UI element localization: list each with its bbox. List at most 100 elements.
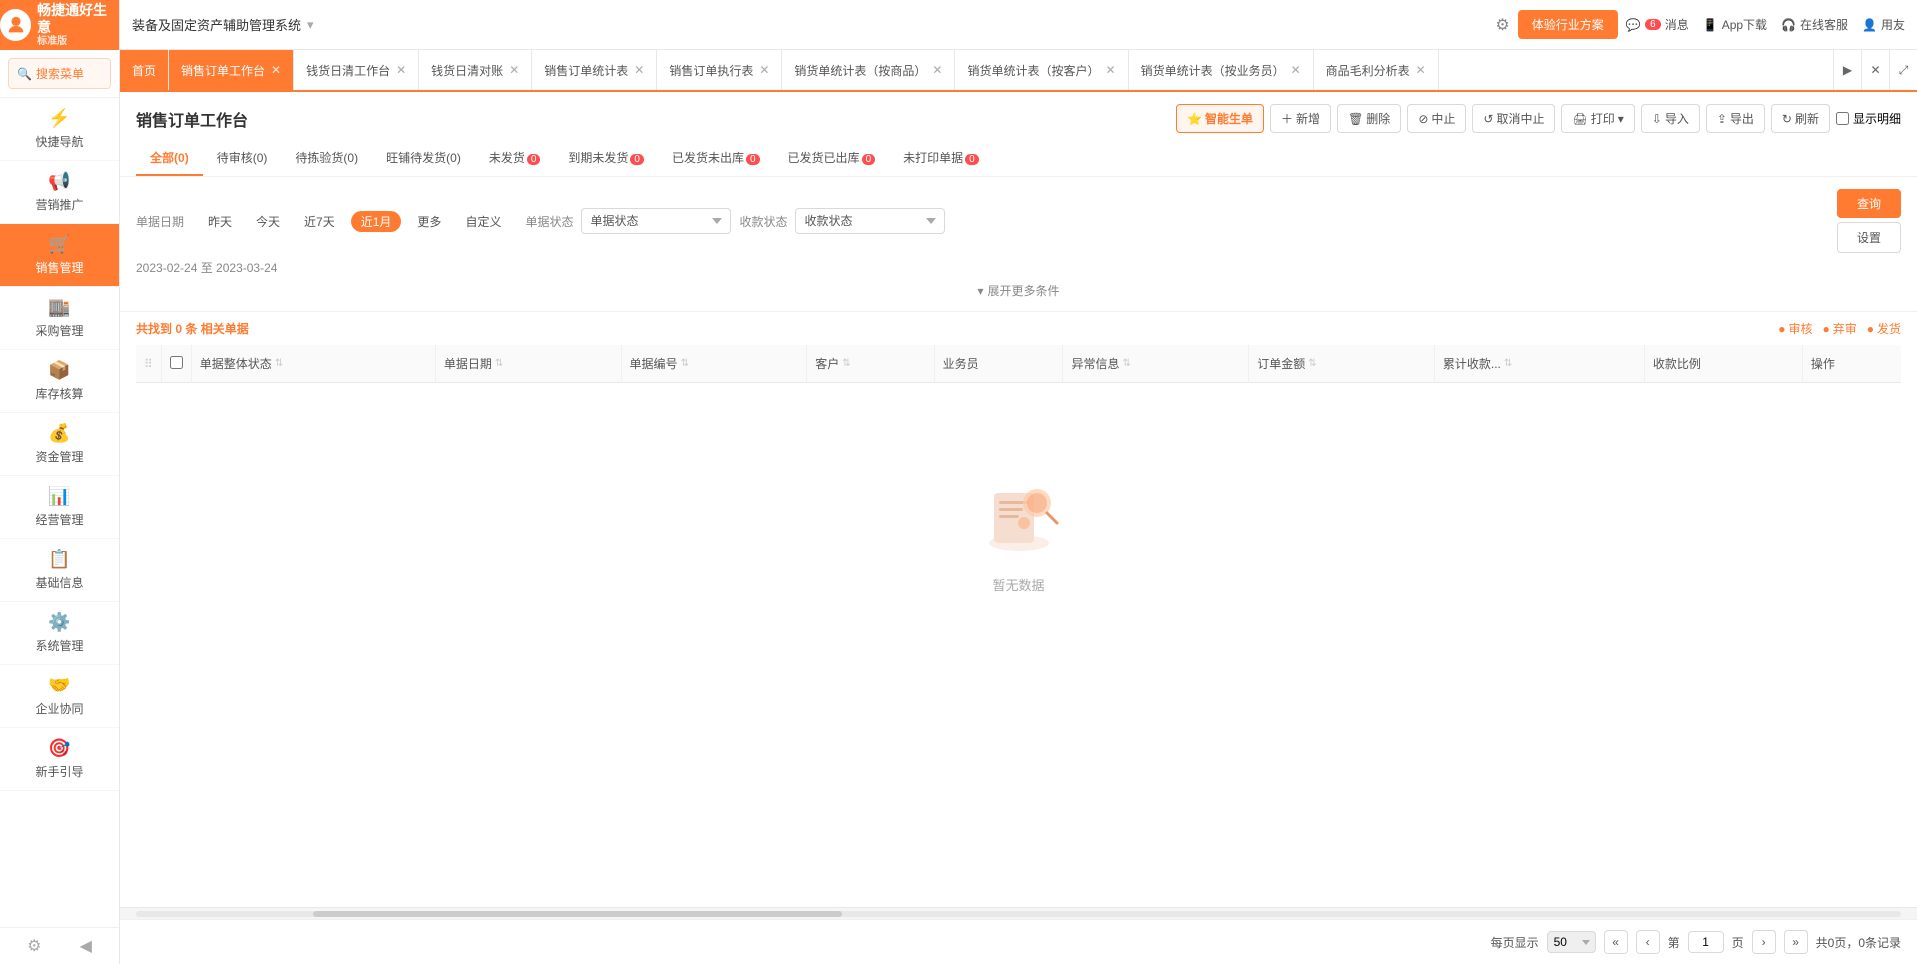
sidebar-item-purchase[interactable]: 🏬 采购管理 — [0, 287, 119, 350]
first-page-button[interactable]: « — [1604, 930, 1628, 954]
th-date[interactable]: 单据日期 ⇅ — [435, 345, 621, 383]
page-input[interactable] — [1688, 931, 1724, 953]
scrollbar-track[interactable] — [136, 911, 1901, 917]
date-1month-btn[interactable]: 近1月 — [351, 211, 402, 232]
payment-select[interactable]: 收款状态 — [795, 208, 945, 234]
sidebar-item-inventory[interactable]: 📦 库存核算 — [0, 350, 119, 413]
settings-gear-icon[interactable]: ⚙ — [27, 936, 41, 956]
tab-close-sales-stats-staff[interactable]: ✕ — [1291, 63, 1301, 77]
per-page-select[interactable]: 50 20 100 — [1547, 931, 1596, 953]
date-custom-btn[interactable]: 自定义 — [457, 210, 509, 233]
sidebar-item-cooperation[interactable]: 🤝 企业协同 — [0, 665, 119, 728]
delete-button[interactable]: 🗑 删除 — [1337, 104, 1401, 133]
date-7days-btn[interactable]: 近7天 — [296, 210, 343, 233]
sidebar-item-system[interactable]: ⚙️ 系统管理 — [0, 602, 119, 665]
audit-action-link[interactable]: ● 审核 — [1778, 320, 1812, 337]
tab-close-sales-order-stats[interactable]: ✕ — [634, 63, 644, 77]
tab-cash-daily[interactable]: 钱货日清工作台 ✕ — [294, 50, 419, 90]
status-select[interactable]: 单据状态 — [581, 208, 731, 234]
select-all-checkbox[interactable] — [170, 356, 183, 369]
date-today-btn[interactable]: 今天 — [248, 210, 288, 233]
date-more-btn[interactable]: 更多 — [409, 210, 449, 233]
tab-expand-button[interactable]: ⤢ — [1889, 50, 1917, 90]
th-number[interactable]: 单据编号 ⇅ — [621, 345, 807, 383]
sidebar-logo: 畅捷通好生意 标准版 — [0, 0, 119, 50]
page-header: 销售订单工作台 ⭐ 智能生单 ＋ 新增 🗑 删除 ⊘ — [120, 92, 1917, 141]
refresh-button[interactable]: ↻ 刷新 — [1771, 104, 1830, 133]
filter-tab-shipped-out[interactable]: 已发货已出库0 — [774, 141, 890, 176]
tab-sales-stats-staff[interactable]: 销货单统计表（按业务员） ✕ — [1129, 50, 1314, 90]
user-button[interactable]: 👤 用友 — [1862, 16, 1905, 33]
filter-setting-button[interactable]: 设置 — [1837, 222, 1901, 253]
export-button[interactable]: ⇪ 导出 — [1706, 104, 1765, 133]
topbar-settings-icon[interactable]: ⚙ — [1495, 15, 1509, 35]
message-button[interactable]: 💬 6 消息 — [1626, 16, 1689, 33]
tab-close-sales-stats-product[interactable]: ✕ — [932, 63, 942, 77]
smart-create-button[interactable]: ⭐ 智能生单 — [1176, 104, 1264, 133]
tab-sales-order-exec[interactable]: 销售订单执行表 ✕ — [657, 50, 782, 90]
expired-not-shipped-badge: 0 — [630, 154, 644, 165]
next-page-button[interactable]: › — [1752, 930, 1776, 954]
filter-tab-all[interactable]: 全部(0) — [136, 141, 203, 176]
prev-page-button[interactable]: ‹ — [1636, 930, 1660, 954]
tab-scroll-right-button[interactable]: ▶ — [1833, 50, 1861, 90]
total-records: 共0页，0条记录 — [1816, 934, 1901, 951]
import-button[interactable]: ⇩ 导入 — [1641, 104, 1700, 133]
filter-tab-shipped-not-out[interactable]: 已发货未出库0 — [658, 141, 774, 176]
filter-tab-pending-inspect[interactable]: 待拣验货(0) — [281, 141, 372, 176]
th-status[interactable]: 单据整体状态 ⇅ — [191, 345, 435, 383]
th-amount[interactable]: 订单金额 ⇅ — [1249, 345, 1435, 383]
new-button[interactable]: ＋ 新增 — [1270, 104, 1331, 133]
table-header-row: ⠿ 单据整体状态 ⇅ 单据日期 ⇅ — [136, 345, 1901, 383]
tab-cash-goods-reconcile[interactable]: 钱货日清对账 ✕ — [419, 50, 532, 90]
filter-tab-not-printed[interactable]: 未打印单据0 — [889, 141, 993, 176]
tab-close-sales-order-exec[interactable]: ✕ — [759, 63, 769, 77]
tab-close-sales-stats-customer[interactable]: ✕ — [1106, 63, 1116, 77]
filter-tab-pending-audit[interactable]: 待审核(0) — [203, 141, 282, 176]
filter-tab-wangpu[interactable]: 旺铺待发货(0) — [372, 141, 475, 176]
th-staff[interactable]: 业务员 — [934, 345, 1063, 383]
tab-close-goods-margin[interactable]: ✕ — [1416, 63, 1426, 77]
date-yesterday-btn[interactable]: 昨天 — [200, 210, 240, 233]
show-detail-checkbox[interactable] — [1836, 112, 1849, 125]
sidebar-item-basic-info[interactable]: 📋 基础信息 — [0, 539, 119, 602]
industry-solution-button[interactable]: 体验行业方案 — [1518, 10, 1618, 39]
th-checkbox[interactable] — [161, 345, 191, 383]
search-menu-button[interactable]: 🔍 搜索菜单 — [8, 58, 111, 89]
tab-sales-stats-customer[interactable]: 销货单统计表（按客户） ✕ — [955, 50, 1128, 90]
sidebar-item-finance[interactable]: 💰 资金管理 — [0, 413, 119, 476]
tab-sales-order-workbench[interactable]: 销售订单工作台 ✕ — [169, 50, 294, 90]
app-download-button[interactable]: 📱 App下载 — [1703, 16, 1767, 33]
cancel-stop-button[interactable]: ↺ 取消中止 — [1472, 104, 1555, 133]
tab-close-cash-daily[interactable]: ✕ — [396, 63, 406, 77]
filter-tab-not-shipped[interactable]: 未发货0 — [475, 141, 555, 176]
last-page-button[interactable]: » — [1784, 930, 1808, 954]
scrollbar-thumb[interactable] — [313, 911, 843, 917]
expand-conditions-button[interactable]: ▾ 展开更多条件 — [977, 282, 1059, 299]
collapse-sidebar-icon[interactable]: ◀ — [80, 936, 92, 956]
online-service-button[interactable]: 🎧 在线客服 — [1781, 16, 1848, 33]
show-detail-label[interactable]: 显示明细 — [1836, 110, 1901, 127]
tab-close-sales-order-workbench[interactable]: ✕ — [271, 63, 281, 77]
sidebar-item-quick-nav[interactable]: ⚡ 快捷导航 — [0, 98, 119, 161]
query-button[interactable]: 查询 — [1837, 189, 1901, 218]
th-exception[interactable]: 异常信息 ⇅ — [1063, 345, 1249, 383]
th-collected[interactable]: 累计收款... ⇅ — [1434, 345, 1644, 383]
sidebar-item-guide[interactable]: 🎯 新手引导 — [0, 728, 119, 791]
cancel-audit-action-link[interactable]: ● 弃审 — [1822, 320, 1856, 337]
topbar-arrow-icon[interactable]: ▾ — [307, 17, 314, 33]
stop-button[interactable]: ⊘ 中止 — [1407, 104, 1466, 133]
tab-sales-stats-product[interactable]: 销货单统计表（按商品） ✕ — [782, 50, 955, 90]
filter-tab-expired-not-shipped[interactable]: 到期未发货0 — [554, 141, 658, 176]
tab-close-all-button[interactable]: ✕ — [1861, 50, 1889, 90]
ship-action-link[interactable]: ● 发货 — [1867, 320, 1901, 337]
tab-sales-order-stats[interactable]: 销售订单统计表 ✕ — [532, 50, 657, 90]
sidebar-item-sales[interactable]: 🛒 销售管理 — [0, 224, 119, 287]
sidebar-item-marketing[interactable]: 📢 营销推广 — [0, 161, 119, 224]
sidebar-item-operations[interactable]: 📊 经营管理 — [0, 476, 119, 539]
tab-goods-margin[interactable]: 商品毛利分析表 ✕ — [1314, 50, 1439, 90]
th-customer[interactable]: 客户 ⇅ — [807, 345, 934, 383]
tab-home[interactable]: 首页 — [120, 50, 169, 90]
tab-close-cash-goods-reconcile[interactable]: ✕ — [509, 63, 519, 77]
print-button[interactable]: 🖨 打印 ▾ — [1561, 104, 1634, 133]
